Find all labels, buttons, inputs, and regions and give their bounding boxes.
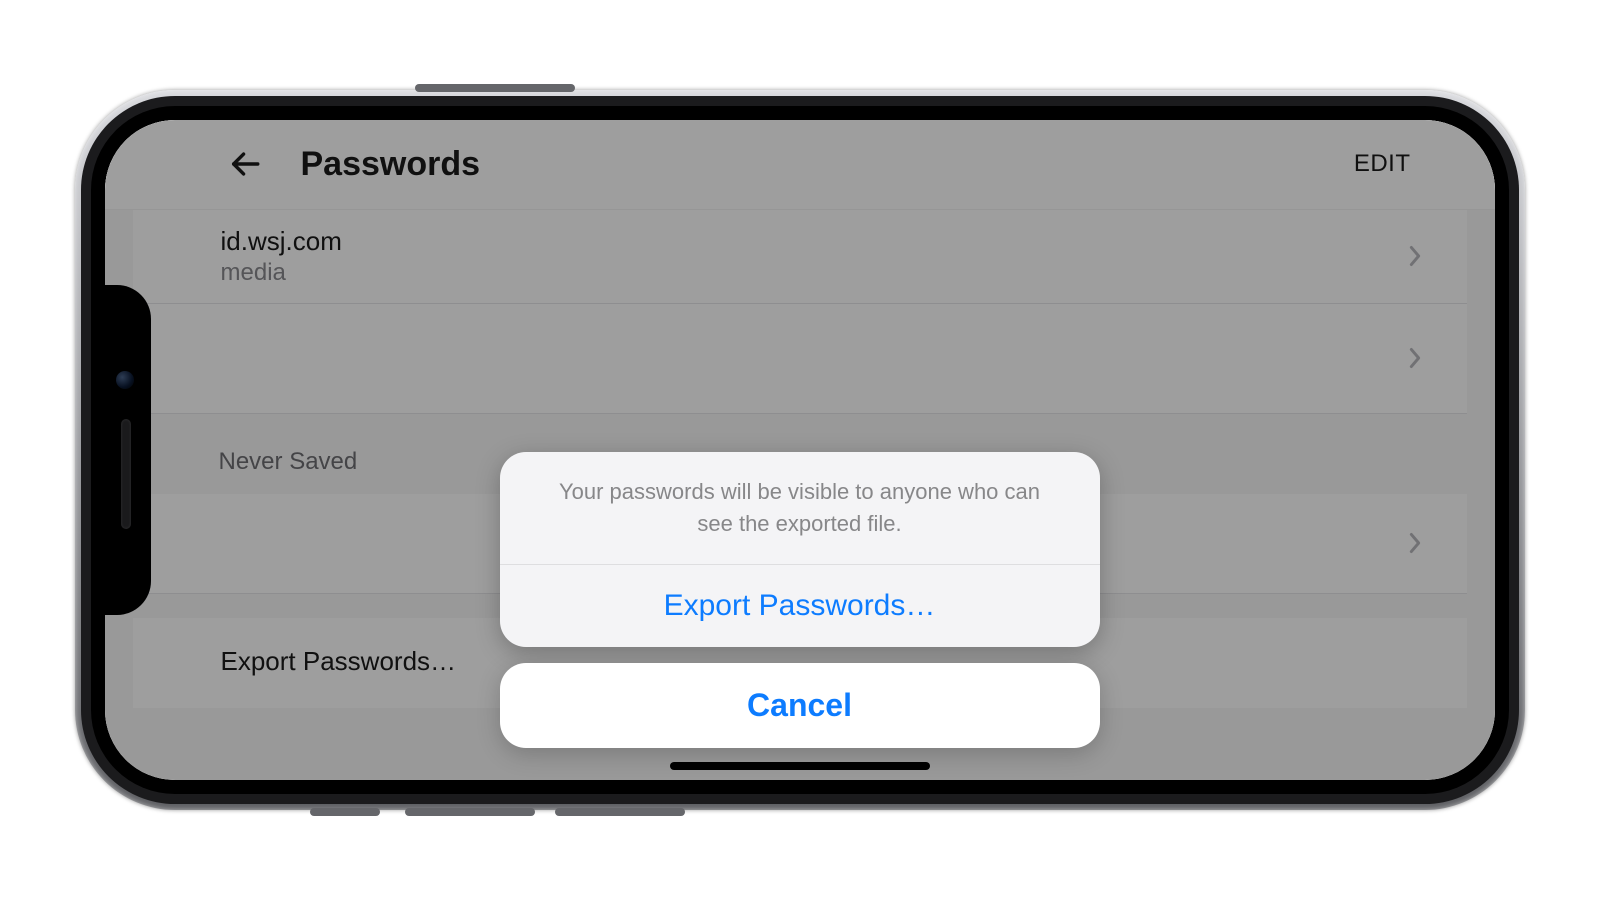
cancel-button[interactable]: Cancel [500,663,1100,748]
speaker-grille [121,419,131,529]
front-camera [116,371,134,389]
notch [105,285,151,615]
action-sheet-card: Your passwords will be visible to anyone… [500,452,1100,647]
side-button-silent [310,808,380,816]
export-passwords-button[interactable]: Export Passwords… [500,565,1100,647]
action-sheet: Your passwords will be visible to anyone… [500,452,1100,748]
side-button-volume-down [555,808,685,816]
phone-frame: Passwords EDIT id.wsj.com media [75,90,1525,810]
home-indicator[interactable] [670,762,930,770]
screen: Passwords EDIT id.wsj.com media [105,120,1495,780]
side-button-power [415,84,575,92]
action-sheet-message: Your passwords will be visible to anyone… [500,452,1100,565]
side-button-volume-up [405,808,535,816]
